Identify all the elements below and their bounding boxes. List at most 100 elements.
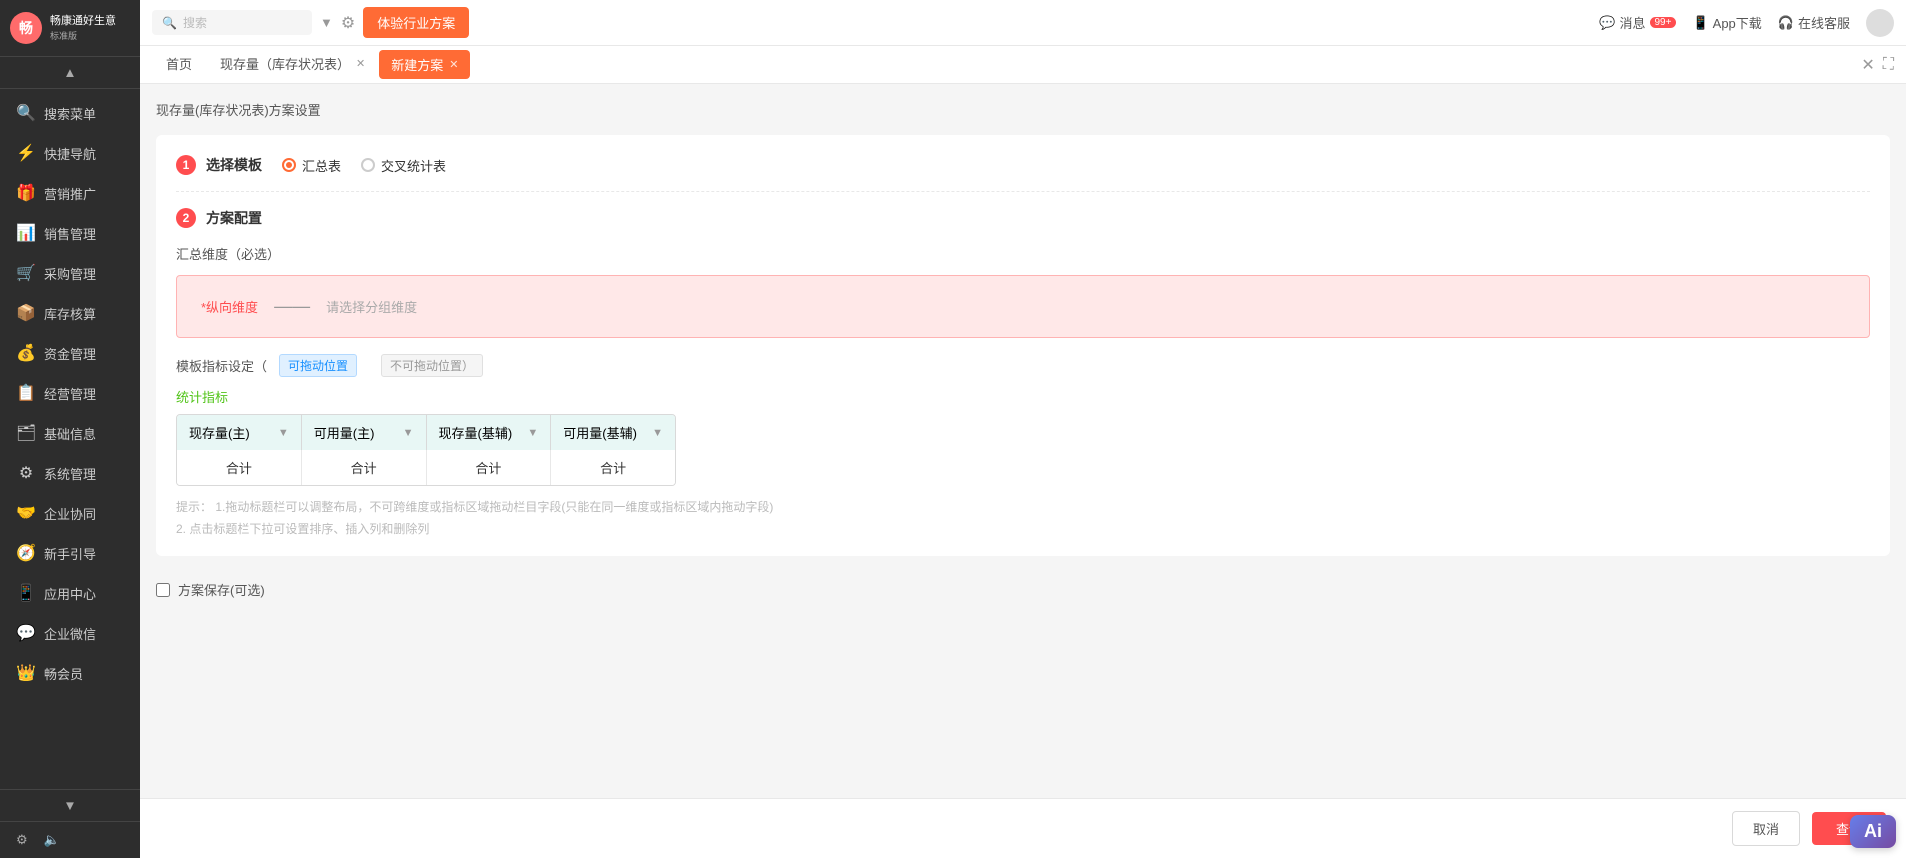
stats-col-header[interactable]: 现存量(主)▼ <box>177 415 302 450</box>
chevron-down-icon: ▼ <box>403 427 414 439</box>
bottom-bar: 取消 查询 <box>140 798 1906 858</box>
stats-col-body: 合计 <box>177 450 302 485</box>
stats-section: 统计指标 现存量(主)▼可用量(主)▼现存量(基辅)▼可用量(基辅)▼ 合计合计… <box>176 387 1870 489</box>
stats-table: 现存量(主)▼可用量(主)▼现存量(基辅)▼可用量(基辅)▼ 合计合计合计合计 <box>176 414 676 486</box>
sidebar-icon-management: 📋 <box>16 383 36 403</box>
sidebar-label-wechat: 企业微信 <box>44 624 96 643</box>
sidebar-item-marketing[interactable]: 🎁营销推广 <box>0 173 140 213</box>
cancel-button[interactable]: 取消 <box>1732 811 1800 846</box>
dim-required-row[interactable]: *纵向维度 —— 请选择分组维度 <box>176 275 1870 338</box>
page-title: 现存量(库存状况表)方案设置 <box>156 100 1890 119</box>
sidebar-icon-app-center: 📱 <box>16 583 36 603</box>
user-avatar[interactable] <box>1866 9 1894 37</box>
close-new-plan-tab[interactable]: ✕ <box>449 58 458 71</box>
sidebar-label-app-center: 应用中心 <box>44 584 96 603</box>
sidebar-icon-sales: 📊 <box>16 223 36 243</box>
sidebar-item-sales[interactable]: 📊销售管理 <box>0 213 140 253</box>
tab-inventory[interactable]: 现存量（库存状况表） ✕ <box>206 46 379 83</box>
app-download-item[interactable]: 📱 App下载 <box>1692 13 1761 32</box>
sidebar-icon-purchase: 🛒 <box>16 263 36 283</box>
sidebar-item-app-center[interactable]: 📱 应用中心 <box>0 573 140 613</box>
sidebar-label-newbie: 新手引导 <box>44 544 96 563</box>
radio-cross[interactable]: 交叉统计表 <box>361 156 446 175</box>
logo-text: 畅康通好生意 标准版 <box>50 14 116 41</box>
sidebar-item-finance[interactable]: 💰 资金管理 <box>0 333 140 373</box>
tabs-bar: 首页 现存量（库存状况表） ✕ 新建方案 ✕ ✕ ⛶ <box>140 46 1906 84</box>
stats-col-header[interactable]: 可用量(主)▼ <box>302 415 427 450</box>
dim-arrow: —— <box>274 296 310 317</box>
sidebar-footer: ⚙ 🔈 <box>0 821 140 858</box>
step1-title: 选择模板 <box>206 155 262 175</box>
sidebar: 畅 畅康通好生意 标准版 ▲ 🔍 搜索菜单 ⚡快捷导航🎁营销推广📊销售管理🛒采购管理… <box>0 0 140 858</box>
save-label: 方案保存(可选) <box>178 580 265 599</box>
tab-home[interactable]: 首页 <box>152 46 206 83</box>
sidebar-icon-finance: 💰 <box>16 343 36 363</box>
sidebar-label-shortcut: 快捷导航 <box>44 144 96 163</box>
settings-icon[interactable]: ⚙ <box>16 832 28 848</box>
topbar-gear-icon[interactable]: ⚙ <box>341 13 355 33</box>
tip-item: 提示： 1.拖动标题栏可以调整布局，不可跨维度或指标区域拖动栏目字段(只能在同一… <box>176 497 1870 519</box>
sidebar-item-inventory[interactable]: 📦库存核算 <box>0 293 140 333</box>
stats-table-header: 现存量(主)▼可用量(主)▼现存量(基辅)▼可用量(基辅)▼ <box>177 415 675 450</box>
logo-icon: 畅 <box>10 12 42 44</box>
chevron-down-icon: ▼ <box>652 427 663 439</box>
content-area: 现存量(库存状况表)方案设置 1 选择模板 汇总表 交叉统计表 <box>140 84 1906 798</box>
stats-table-body: 合计合计合计合计 <box>177 450 675 485</box>
industry-plan-button[interactable]: 体验行业方案 <box>363 7 469 38</box>
stats-col-body: 合计 <box>427 450 552 485</box>
stats-col-header[interactable]: 现存量(基辅)▼ <box>427 415 552 450</box>
topbar-right: 💬 消息 99+ 📱 App下载 🎧 在线客服 <box>1599 9 1894 37</box>
sidebar-item-enterprise[interactable]: 🤝企业协同 <box>0 493 140 533</box>
message-icon: 💬 <box>1599 15 1615 31</box>
expand-panel-button[interactable]: ⛶ <box>1883 55 1894 75</box>
sidebar-label-inventory: 库存核算 <box>44 304 96 323</box>
sidebar-nav: 🔍 搜索菜单 ⚡快捷导航🎁营销推广📊销售管理🛒采购管理📦库存核算 💰 资金管理 📋 经营管理… <box>0 89 140 789</box>
sidebar-icon-search: 🔍 <box>16 103 36 123</box>
sidebar-label-finance: 资金管理 <box>44 344 96 363</box>
search-bar[interactable]: 🔍 搜索 <box>152 10 312 35</box>
sidebar-label-marketing: 营销推广 <box>44 184 96 203</box>
stats-label: 统计指标 <box>176 387 1870 406</box>
stats-col-body: 合计 <box>302 450 427 485</box>
sidebar-item-search[interactable]: 🔍 搜索菜单 <box>0 93 140 133</box>
step2-title: 方案配置 <box>206 208 262 228</box>
sidebar-label-search: 搜索菜单 <box>44 104 96 123</box>
sidebar-icon-newbie: 🧭 <box>16 543 36 563</box>
tab-new-plan[interactable]: 新建方案 ✕ <box>379 50 470 79</box>
messages-item[interactable]: 💬 消息 99+ <box>1599 13 1676 32</box>
step2-number: 2 <box>176 208 196 228</box>
sidebar-item-shortcut[interactable]: ⚡快捷导航 <box>0 133 140 173</box>
plan-config-card: 1 选择模板 汇总表 交叉统计表 2 方案配置 <box>156 135 1890 556</box>
sidebar-icon-wechat: 💬 <box>16 623 36 643</box>
chevron-down-icon: ▼ <box>527 427 538 439</box>
radio-summary[interactable]: 汇总表 <box>282 156 341 175</box>
sidebar-item-wechat[interactable]: 💬 企业微信 <box>0 613 140 653</box>
scroll-up-button[interactable]: ▲ <box>0 61 140 84</box>
topbar-dropdown-icon[interactable]: ▼ <box>320 15 333 30</box>
scroll-down-button[interactable]: ▼ <box>0 794 140 817</box>
save-checkbox[interactable] <box>156 583 170 597</box>
sidebar-item-basic[interactable]: 🗂基础信息 <box>0 413 140 453</box>
main-area: 🔍 搜索 ▼ ⚙ 体验行业方案 💬 消息 99+ 📱 App下载 🎧 在线客服 <box>140 0 1906 858</box>
close-panel-button[interactable]: ✕ <box>1861 55 1874 75</box>
sidebar-item-purchase[interactable]: 🛒采购管理 <box>0 253 140 293</box>
template-radio-group: 汇总表 交叉统计表 <box>282 156 446 175</box>
sidebar-item-member[interactable]: 👑畅会员 <box>0 653 140 693</box>
indicator-setting-row: 模板指标设定（ 可拖动位置 不可拖动位置） <box>176 354 1870 377</box>
sidebar-logo: 畅 畅康通好生意 标准版 <box>0 0 140 57</box>
audio-icon[interactable]: 🔈 <box>44 832 60 848</box>
close-inventory-tab[interactable]: ✕ <box>356 57 365 70</box>
sidebar-item-system[interactable]: ⚙系统管理 <box>0 453 140 493</box>
online-service-item[interactable]: 🎧 在线客服 <box>1778 13 1850 32</box>
sidebar-item-management[interactable]: 📋 经营管理 <box>0 373 140 413</box>
radio-summary-circle <box>282 158 296 172</box>
sidebar-label-management: 经营管理 <box>44 384 96 403</box>
dim-field-required-label: *纵向维度 <box>201 297 258 316</box>
sidebar-icon-system: ⚙ <box>16 463 36 483</box>
search-icon: 🔍 <box>162 16 177 30</box>
stats-col-header[interactable]: 可用量(基辅)▼ <box>551 415 675 450</box>
ai-float-button[interactable]: Ai <box>1850 815 1896 848</box>
headset-icon: 🎧 <box>1778 15 1794 31</box>
sidebar-item-newbie[interactable]: 🧭 新手引导 <box>0 533 140 573</box>
sidebar-label-enterprise: 企业协同 <box>44 504 96 523</box>
